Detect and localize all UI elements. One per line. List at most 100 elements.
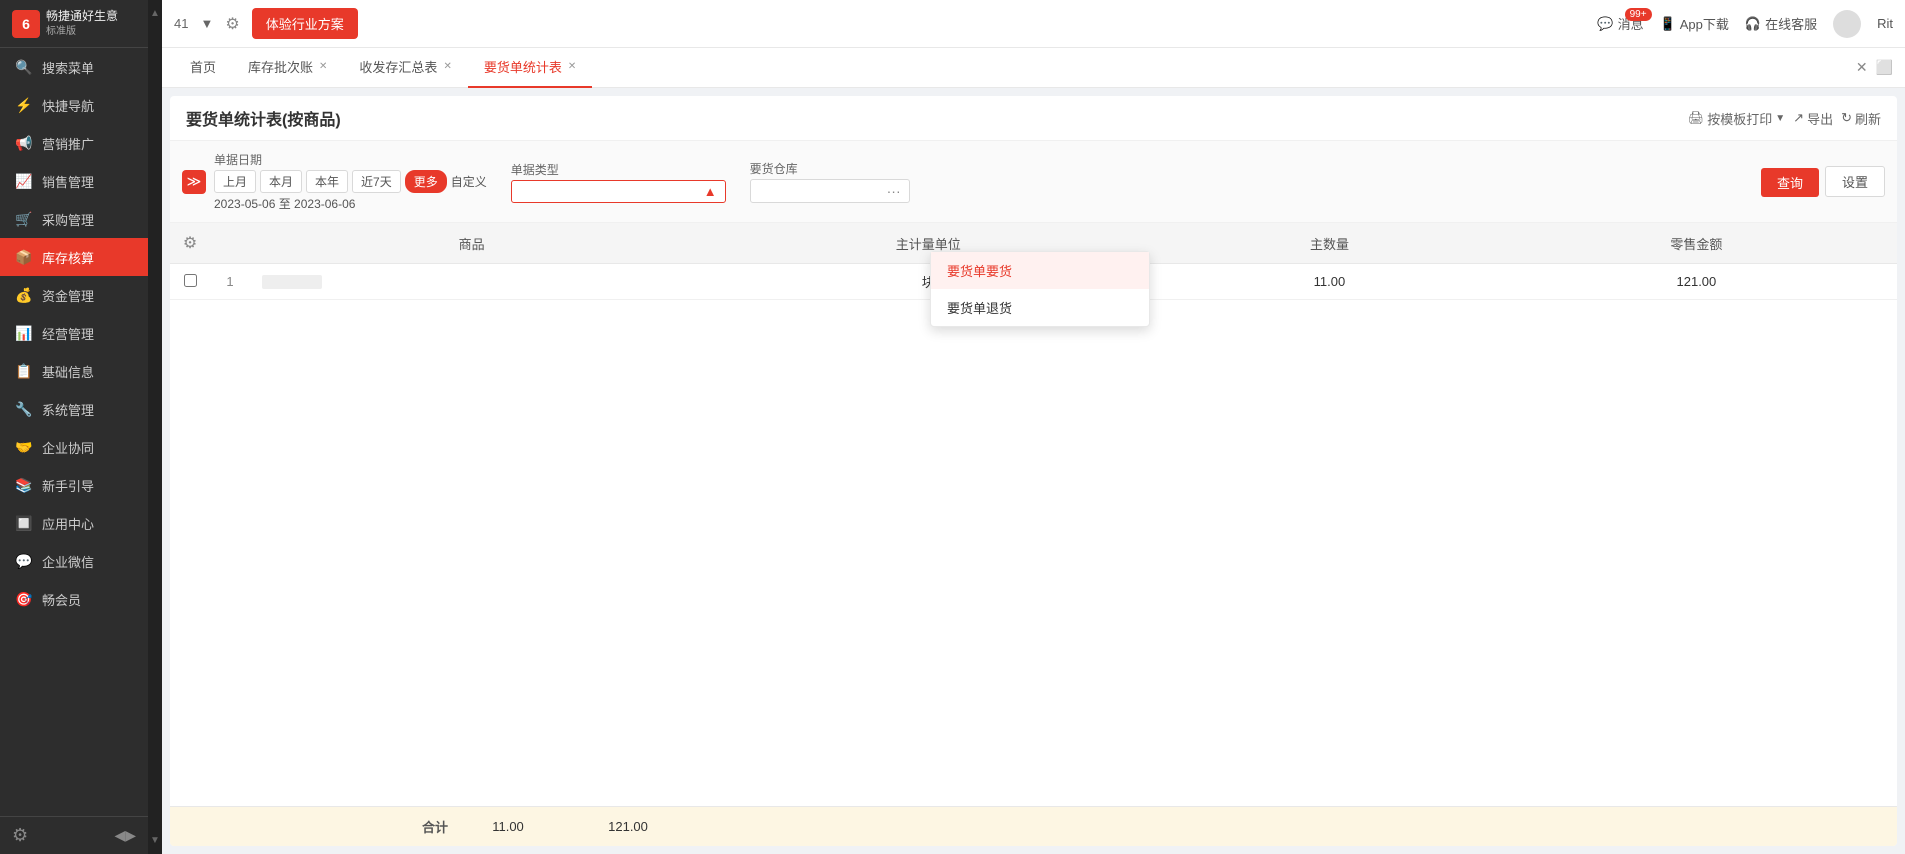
row-amount-0: 121.00 [1496, 264, 1897, 300]
tab-home[interactable]: 首页 [174, 48, 232, 88]
header-gear-icon[interactable]: ⚙ [225, 14, 239, 34]
message-badge: 99+ [1625, 8, 1652, 21]
sidebar-bottom: ⚙ ◀▶ [0, 816, 148, 854]
table-col-product: 商品 [250, 223, 693, 264]
filter-date-more[interactable]: 更多 [405, 170, 447, 193]
row-product-0 [250, 264, 693, 300]
refresh-button[interactable]: ↻ 刷新 [1841, 109, 1881, 128]
filter-date-last-month[interactable]: 上月 [214, 170, 256, 193]
tab-maximize-button[interactable]: ⬜ [1876, 59, 1893, 76]
filter-date-label: 单据日期 [214, 151, 487, 168]
query-button[interactable]: 查询 [1761, 168, 1819, 197]
filter-expand-button[interactable]: ≫ [182, 170, 206, 194]
quick-nav-icon: ⚡ [14, 95, 34, 115]
header-dropdown[interactable]: ▼ [200, 16, 213, 31]
sidebar-item-marketing[interactable]: 📢营销推广 [0, 124, 148, 162]
row-qty-0: 11.00 [1163, 264, 1496, 300]
tab-close-all-button[interactable]: ✕ [1856, 59, 1868, 76]
filter-date-this-month[interactable]: 本月 [260, 170, 302, 193]
sidebar-item-finance[interactable]: 💰资金管理 [0, 276, 148, 314]
app-download-button[interactable]: 📱 App下载 [1660, 14, 1729, 33]
settings-icon[interactable]: ⚙ [12, 825, 28, 846]
table-col-gear[interactable]: ⚙ [170, 223, 210, 264]
tab-order-summary[interactable]: 要货单统计表 ✕ [468, 48, 592, 88]
dropdown-item-order-goods[interactable]: 要货单要货 [931, 252, 1149, 289]
trial-button[interactable]: 体验行业方案 [252, 8, 358, 39]
tab-close-inventory-batch[interactable]: ✕ [319, 61, 327, 72]
sidebar-item-system[interactable]: 🔧系统管理 [0, 390, 148, 428]
scroll-up-icon[interactable]: ▲ [150, 8, 160, 19]
sidebar-item-label-sales: 销售管理 [42, 172, 94, 191]
sidebar-scroll: ▲ ▼ [148, 0, 162, 854]
filter-date-last-7-days[interactable]: 近7天 [352, 170, 401, 193]
page-title-bar: 要货单统计表(按商品) 🖨 按模板打印 ▼ ↗ 导出 ↻ 刷新 [170, 96, 1897, 141]
scroll-down-icon[interactable]: ▼ [150, 835, 160, 846]
main-area: 41 ▼ ⚙ 体验行业方案 💬 消息 99+ 📱 App下载 🎧 在线客服 Ri… [162, 0, 1905, 854]
footer-total-amount: 121.00 [568, 819, 688, 834]
sidebar-item-label-corp-wechat: 企业微信 [42, 552, 94, 571]
tab-close-recv-summary[interactable]: ✕ [443, 61, 451, 72]
filter-actions: 查询 设置 [1761, 166, 1885, 197]
filter-date-custom-label[interactable]: 自定义 [451, 173, 487, 190]
top-header: 41 ▼ ⚙ 体验行业方案 💬 消息 99+ 📱 App下载 🎧 在线客服 Ri… [162, 0, 1905, 48]
tab-inventory-batch[interactable]: 库存批次账 ✕ [232, 48, 343, 88]
sidebar-item-basic-info[interactable]: 📋基础信息 [0, 352, 148, 390]
sidebar-item-label-basic-info: 基础信息 [42, 362, 94, 381]
app-center-icon: 🔲 [14, 513, 34, 533]
row-check-input-0[interactable] [184, 274, 197, 287]
guide-icon: 📚 [14, 475, 34, 495]
sidebar-item-inventory[interactable]: 📦库存核算 [0, 238, 148, 276]
online-service-button[interactable]: 🎧 在线客服 [1745, 14, 1817, 33]
tab-bar: 首页 库存批次账 ✕ 收发存汇总表 ✕ 要货单统计表 ✕ ✕ ⬜ [162, 48, 1905, 88]
sidebar-item-app-center[interactable]: 🔲应用中心 [0, 504, 148, 542]
sidebar-item-sales[interactable]: 📈 销售管理 [0, 162, 148, 200]
user-avatar[interactable] [1833, 10, 1861, 38]
table-col-amount: 零售金额 [1496, 223, 1897, 264]
filter-type-chevron-up-icon[interactable]: ▲ [704, 184, 717, 199]
logo-text: 畅捷通好生意 标准版 [46, 9, 118, 38]
filter-type-input[interactable] [520, 184, 700, 198]
page-title: 要货单统计表(按商品) [186, 106, 341, 130]
collapse-icon[interactable]: ◀▶ [114, 827, 136, 844]
filter-warehouse-select[interactable]: ··· [750, 179, 910, 203]
corp-wechat-icon: 💬 [14, 551, 34, 571]
sidebar-item-enterprise[interactable]: 🤝企业协同 [0, 428, 148, 466]
table-gear-icon[interactable]: ⚙ [183, 235, 197, 252]
sidebar-item-corp-wechat[interactable]: 💬 企业微信 [0, 542, 148, 580]
messages-button[interactable]: 💬 消息 99+ [1597, 14, 1643, 33]
filter-date-this-year[interactable]: 本年 [306, 170, 348, 193]
row-checkbox-0[interactable] [170, 264, 210, 300]
dropdown-item-order-return[interactable]: 要货单退货 [931, 289, 1149, 326]
sidebar-item-purchase[interactable]: 🛒采购管理 [0, 200, 148, 238]
print-button[interactable]: 🖨 按模板打印 ▼ [1688, 109, 1785, 128]
membership-icon: 🎯 [14, 589, 34, 609]
filter-warehouse-label: 要货仓库 [750, 160, 910, 177]
type-dropdown: 要货单要货 要货单退货 [930, 251, 1150, 327]
sidebar-item-label-membership: 畅会员 [42, 590, 81, 609]
header-right: 💬 消息 99+ 📱 App下载 🎧 在线客服 Rit [1597, 10, 1893, 38]
sidebar-item-label-search: 搜索菜单 [42, 58, 94, 77]
sidebar-item-guide[interactable]: 📚新手引导 [0, 466, 148, 504]
setting-button[interactable]: 设置 [1825, 166, 1885, 197]
username-label: Rit [1877, 16, 1893, 31]
footer-total-qty: 11.00 [448, 819, 568, 834]
sidebar-item-search[interactable]: 🔍 搜索菜单 [0, 48, 148, 86]
sidebar-item-quick-nav[interactable]: ⚡ 快捷导航 [0, 86, 148, 124]
tab-recv-summary[interactable]: 收发存汇总表 ✕ [343, 48, 467, 88]
sidebar-item-operations[interactable]: 📊 经营管理 [0, 314, 148, 352]
print-arrow-icon: ▼ [1775, 113, 1785, 124]
table-col-num [210, 223, 250, 264]
sidebar-item-label-marketing: 营销推广 [42, 134, 94, 153]
filter-type-label: 单据类型 [511, 161, 726, 178]
sales-icon: 📈 [14, 171, 34, 191]
filter-warehouse-dots-icon[interactable]: ··· [887, 183, 901, 199]
export-button[interactable]: ↗ 导出 [1793, 109, 1833, 128]
refresh-icon: ↻ [1841, 110, 1852, 126]
sidebar-item-label-quick-nav: 快捷导航 [42, 96, 94, 115]
tab-close-order-summary[interactable]: ✕ [568, 61, 576, 72]
sidebar-item-membership[interactable]: 🎯 畅会员 [0, 580, 148, 618]
filter-type-select[interactable]: ▲ [511, 180, 726, 203]
operations-icon: 📊 [14, 323, 34, 343]
sidebar-item-label-operations: 经营管理 [42, 324, 94, 343]
search-icon: 🔍 [14, 57, 34, 77]
